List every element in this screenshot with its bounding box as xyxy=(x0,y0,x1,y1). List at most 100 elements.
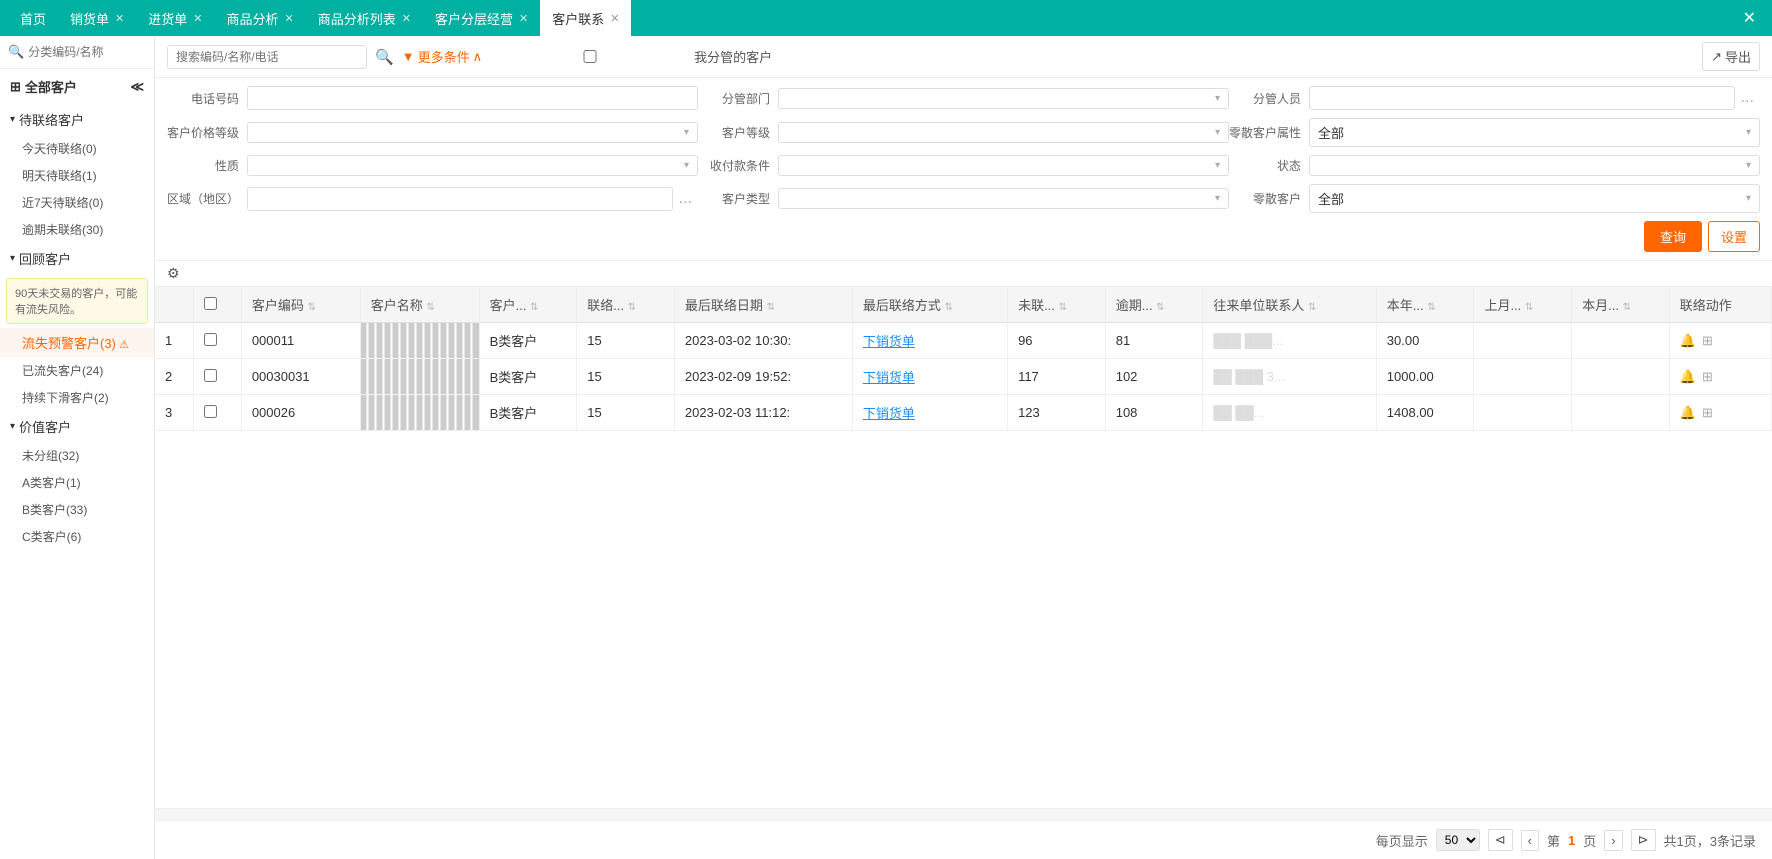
filter-status-select[interactable]: ▾ xyxy=(1309,155,1760,176)
sidebar-item-B类客户(33)[interactable]: B类客户(33) xyxy=(0,496,154,523)
col-contact2[interactable]: 往来单位联系人 ⇅ xyxy=(1203,287,1376,323)
horizontal-scrollbar[interactable] xyxy=(155,808,1772,820)
filter-manager-input[interactable] xyxy=(1309,86,1735,110)
prev-page-button[interactable]: ‹ xyxy=(1521,830,1539,851)
cell-action[interactable]: 🔔 ⊞ xyxy=(1669,323,1771,359)
cell-checkbox[interactable] xyxy=(194,395,242,431)
sidebar-section-待联络客户[interactable]: ▾待联络客户 xyxy=(0,104,154,135)
action-chat-icon[interactable]: 🔔 xyxy=(1680,405,1696,421)
last-method-link[interactable]: 下销货单 xyxy=(863,406,915,421)
nav-tab-商品分析列表[interactable]: 商品分析列表✕ xyxy=(306,0,423,36)
row-checkbox[interactable] xyxy=(204,333,217,346)
sidebar-item-近7天待联络(0)[interactable]: 近7天待联络(0) xyxy=(0,189,154,216)
cell-contact: 15 xyxy=(577,323,675,359)
tab-close-icon[interactable]: ✕ xyxy=(193,12,202,25)
cell-action[interactable]: 🔔 ⊞ xyxy=(1669,395,1771,431)
col-contact[interactable]: 联络... ⇅ xyxy=(577,287,675,323)
filter-region-more[interactable]: ... xyxy=(673,190,698,208)
sidebar-item-C类客户(6)[interactable]: C类客户(6) xyxy=(0,523,154,550)
filter-retail-customer-select[interactable]: 全部 ▾ xyxy=(1309,184,1760,213)
filter-nature-select[interactable]: ▾ xyxy=(247,155,698,176)
filter-customer-type-label: 客户类型 xyxy=(698,190,778,207)
col-code[interactable]: 客户编码 ⇅ xyxy=(241,287,360,323)
filter-manager-more[interactable]: ... xyxy=(1735,89,1760,107)
cell-last-method[interactable]: 下销货单 xyxy=(852,323,1007,359)
filter-dept-select[interactable]: ▾ xyxy=(778,88,1229,109)
select-all-checkbox[interactable] xyxy=(204,297,217,310)
col-last-month[interactable]: 上月... ⇅ xyxy=(1474,287,1572,323)
action-chat-icon[interactable]: 🔔 xyxy=(1680,369,1696,385)
search-button[interactable]: 🔍 xyxy=(375,48,394,66)
col-uncontacted[interactable]: 未联... ⇅ xyxy=(1008,287,1106,323)
section-arrow-icon: ▾ xyxy=(10,253,15,264)
action-more-icon[interactable]: ⊞ xyxy=(1702,369,1713,385)
cell-last-method[interactable]: 下销货单 xyxy=(852,359,1007,395)
action-more-icon[interactable]: ⊞ xyxy=(1702,405,1713,421)
tab-close-icon[interactable]: ✕ xyxy=(285,12,294,25)
filter-phone-input[interactable] xyxy=(247,86,698,110)
col-checkbox[interactable] xyxy=(194,287,242,323)
sidebar-section-价值客户[interactable]: ▾价值客户 xyxy=(0,411,154,442)
sidebar-search[interactable]: 🔍 xyxy=(0,36,154,69)
col-this-month[interactable]: 本月... ⇅ xyxy=(1572,287,1670,323)
search-input[interactable] xyxy=(167,45,367,69)
sidebar-search-input[interactable] xyxy=(28,45,146,59)
filter-price-level-select[interactable]: ▾ xyxy=(247,122,698,143)
per-page-select[interactable]: 50 xyxy=(1436,829,1480,851)
filter-retail-attr-select[interactable]: 全部 ▾ xyxy=(1309,118,1760,147)
tab-close-icon[interactable]: ✕ xyxy=(519,12,528,25)
nav-tab-商品分析[interactable]: 商品分析✕ xyxy=(214,0,305,36)
tab-close-icon[interactable]: ✕ xyxy=(115,12,124,25)
col-overdue[interactable]: 逾期... ⇅ xyxy=(1105,287,1203,323)
row-checkbox[interactable] xyxy=(204,405,217,418)
cell-checkbox[interactable] xyxy=(194,323,242,359)
filter-payment-select[interactable]: ▾ xyxy=(778,155,1229,176)
my-customers-checkbox[interactable] xyxy=(490,50,690,63)
last-page-button[interactable]: ⊳ xyxy=(1631,829,1656,851)
filter-region-input[interactable] xyxy=(247,187,673,211)
filter-customer-type-select[interactable]: ▾ xyxy=(778,188,1229,209)
cell-action[interactable]: 🔔 ⊞ xyxy=(1669,359,1771,395)
nav-tab-销货单[interactable]: 销货单✕ xyxy=(58,0,136,36)
window-close-button[interactable]: ✕ xyxy=(1735,8,1764,28)
last-method-link[interactable]: 下销货单 xyxy=(863,370,915,385)
action-chat-icon[interactable]: 🔔 xyxy=(1680,333,1696,349)
cell-last-method[interactable]: 下销货单 xyxy=(852,395,1007,431)
col-last-date[interactable]: 最后联络日期 ⇅ xyxy=(674,287,852,323)
col-this-year[interactable]: 本年... ⇅ xyxy=(1376,287,1474,323)
sidebar-item-流失预警客户(3)[interactable]: 流失预警客户(3) ⚠ xyxy=(0,328,154,357)
home-tab[interactable]: 首页 xyxy=(8,9,58,28)
query-button[interactable]: 查询 xyxy=(1644,221,1702,252)
more-filter-button[interactable]: ▼ 更多条件 ∧ xyxy=(402,47,482,66)
first-page-button[interactable]: ⊲ xyxy=(1488,829,1513,851)
sidebar-all-customers-row[interactable]: ⊞ 全部客户 ≪ xyxy=(0,69,154,104)
tab-close-icon[interactable]: ✕ xyxy=(402,12,411,25)
sidebar-item-未分组(32)[interactable]: 未分组(32) xyxy=(0,442,154,469)
my-customers-checkbox-row[interactable]: 我分管的客户 xyxy=(490,47,772,66)
nav-tab-客户分层经营[interactable]: 客户分层经营✕ xyxy=(423,0,540,36)
tab-close-icon[interactable]: ✕ xyxy=(610,12,619,25)
sidebar-item-逾期未联络(30)[interactable]: 逾期未联络(30) xyxy=(0,216,154,243)
export-button[interactable]: ↗ 导出 xyxy=(1702,42,1760,71)
filter-manager: 分管人员 ... xyxy=(1229,86,1760,110)
collapse-icon[interactable]: ≪ xyxy=(130,79,144,95)
next-page-button[interactable]: › xyxy=(1604,830,1622,851)
sidebar-item-今天待联络(0)[interactable]: 今天待联络(0) xyxy=(0,135,154,162)
nav-tab-客户联系[interactable]: 客户联系✕ xyxy=(540,0,631,36)
col-last-method[interactable]: 最后联络方式 ⇅ xyxy=(852,287,1007,323)
col-type[interactable]: 客户... ⇅ xyxy=(479,287,577,323)
cell-checkbox[interactable] xyxy=(194,359,242,395)
col-name[interactable]: 客户名称 ⇅ xyxy=(360,287,479,323)
filter-customer-level-select[interactable]: ▾ xyxy=(778,122,1229,143)
sidebar-section-回顾客户[interactable]: ▾回顾客户 xyxy=(0,243,154,274)
sidebar-item-已流失客户(24)[interactable]: 已流失客户(24) xyxy=(0,357,154,384)
action-more-icon[interactable]: ⊞ xyxy=(1702,333,1713,349)
table-settings-icon[interactable]: ⚙ xyxy=(167,265,180,282)
sidebar-item-明天待联络(1)[interactable]: 明天待联络(1) xyxy=(0,162,154,189)
settings-button[interactable]: 设置 xyxy=(1708,221,1760,252)
last-method-link[interactable]: 下销货单 xyxy=(863,334,915,349)
sidebar-item-A类客户(1)[interactable]: A类客户(1) xyxy=(0,469,154,496)
row-checkbox[interactable] xyxy=(204,369,217,382)
sidebar-item-持续下滑客户(2)[interactable]: 持续下滑客户(2) xyxy=(0,384,154,411)
nav-tab-进货单[interactable]: 进货单✕ xyxy=(136,0,214,36)
